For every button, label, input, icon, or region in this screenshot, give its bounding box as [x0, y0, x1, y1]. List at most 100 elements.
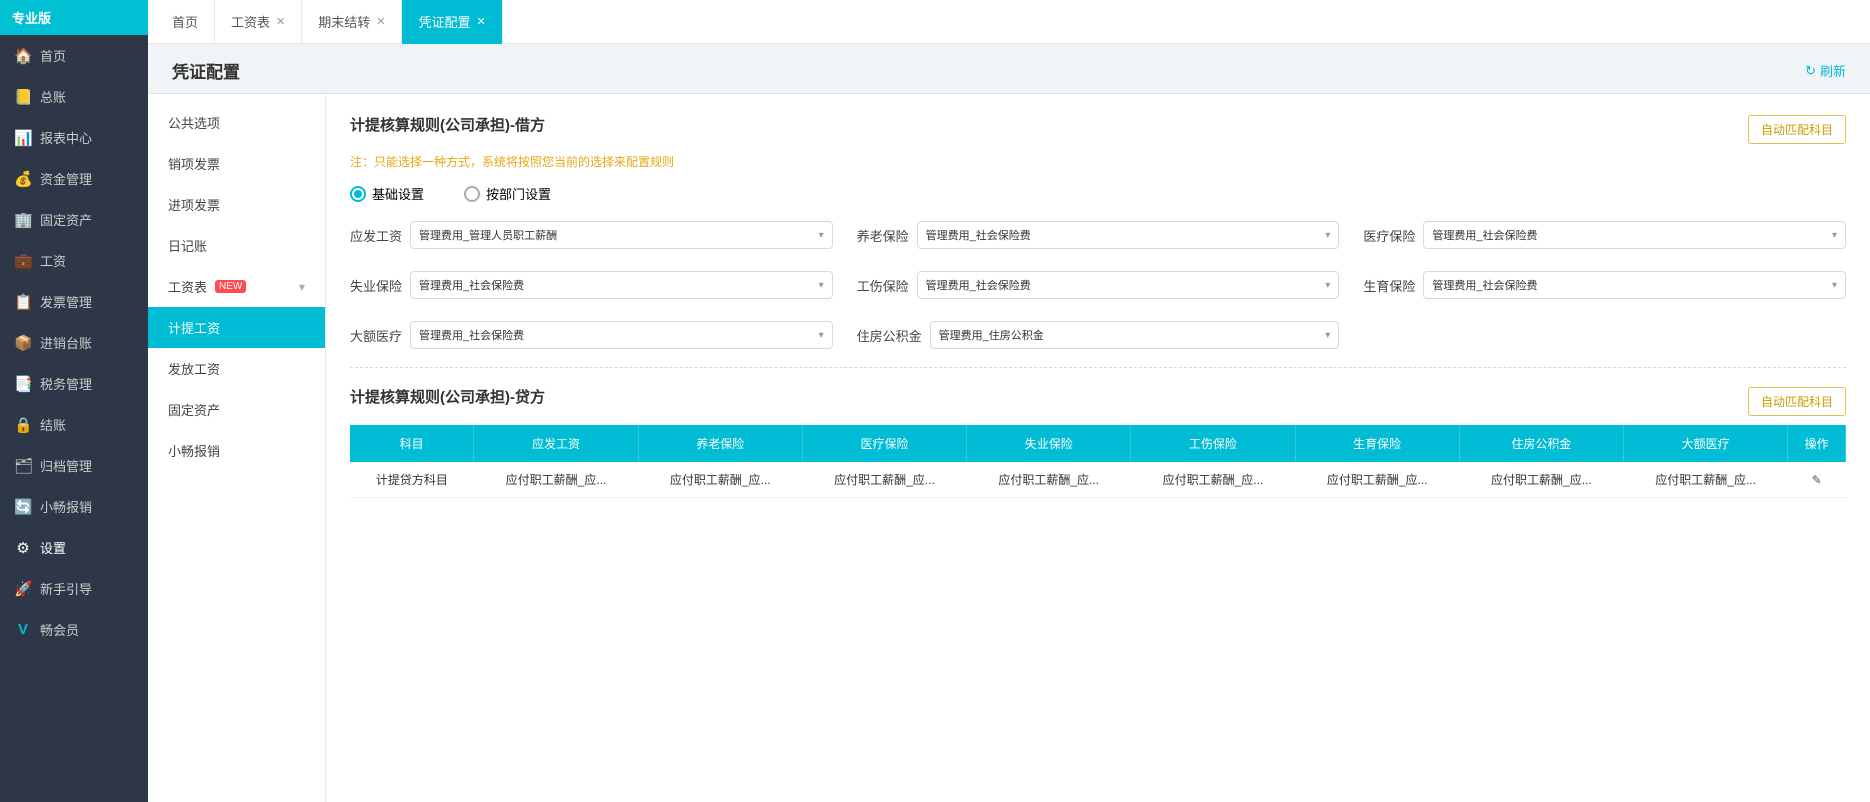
- th-pension: 养老保险: [638, 425, 802, 462]
- tab-salary-label: 工资表: [231, 12, 270, 31]
- left-navigation: 公共选项 销项发票 进项发票 日记账 工资表 NEW ▾ 计提工资 发放工资: [148, 94, 326, 802]
- form-item-birth: 生育保险 管理费用_社会保险费 ▾: [1363, 271, 1846, 299]
- tab-bar: 首页 工资表 ✕ 期末结转 ✕ 凭证配置 ✕: [148, 0, 1870, 44]
- nav-salary-table-label: 工资表: [168, 277, 207, 296]
- radio-dept-label: 按部门设置: [486, 184, 551, 203]
- th-birth: 生育保险: [1295, 425, 1459, 462]
- th-salary: 应发工资: [474, 425, 638, 462]
- sidebar-item-member[interactable]: V 畅会员: [0, 609, 148, 650]
- guide-icon: 🚀: [14, 580, 32, 598]
- credit-section-header: 计提核算规则(公司承担)-贷方 自动匹配科目: [350, 386, 1846, 417]
- nav-item-sales-invoice[interactable]: 销项发票: [148, 143, 325, 184]
- tab-home[interactable]: 首页: [156, 0, 215, 44]
- section-divider: [350, 367, 1846, 368]
- tab-voucher-close-icon[interactable]: ✕: [477, 15, 486, 28]
- app-title: 专业版: [0, 0, 148, 35]
- credit-table: 科目 应发工资 养老保险 医疗保险 失业保险 工伤保险 生育保险 住房公积金 大…: [350, 425, 1846, 498]
- debit-form-row-3: 大额医疗 管理费用_社会保险费 ▾ 住房公积金 管理费用_住房公积金 ▾: [350, 321, 1846, 349]
- nav-item-salary-table[interactable]: 工资表 NEW ▾: [148, 266, 325, 307]
- housing-value: 管理费用_住房公积金: [939, 327, 1044, 343]
- injury-label: 工伤保险: [857, 276, 909, 295]
- sidebar-item-asset[interactable]: 🏢 固定资产: [0, 199, 148, 240]
- pension-select-value: 管理费用_社会保险费: [926, 227, 1031, 243]
- sidebar-item-guide[interactable]: 🚀 新手引导: [0, 568, 148, 609]
- tab-period-label: 期末结转: [318, 12, 370, 31]
- page-header: 凭证配置 ↻ 刷新: [148, 44, 1870, 94]
- nav-pay-label: 发放工资: [168, 359, 220, 378]
- form-item-housing: 住房公积金 管理费用_住房公积金 ▾: [857, 321, 1340, 349]
- sidebar-item-smallreport[interactable]: 🔄 小畅报销: [0, 486, 148, 527]
- radio-dept[interactable]: 按部门设置: [464, 184, 551, 203]
- birth-select-value: 管理费用_社会保险费: [1432, 277, 1537, 293]
- injury-select[interactable]: 管理费用_社会保险费 ▾: [917, 271, 1340, 299]
- sidebar: 专业版 🏠 首页 📒 总账 📊 报表中心 💰 资金管理 🏢 固定资产 💼 工资 …: [0, 0, 148, 802]
- sidebar-item-label: 归档管理: [40, 456, 92, 475]
- sidebar-item-close[interactable]: 🔒 结账: [0, 404, 148, 445]
- auto-match-credit-button[interactable]: 自动匹配科目: [1748, 387, 1846, 416]
- birth-select-arrow: ▾: [1832, 280, 1837, 291]
- birth-select[interactable]: 管理费用_社会保险费 ▾: [1423, 271, 1846, 299]
- medical-select[interactable]: 管理费用_社会保险费 ▾: [1423, 221, 1846, 249]
- table-row: 计提贷方科目 应付职工薪酬_应... 应付职工薪酬_应... 应付职工薪酬_应.…: [350, 462, 1846, 498]
- nav-item-expense[interactable]: 小畅报销: [148, 430, 325, 471]
- sidebar-item-report[interactable]: 📊 报表中心: [0, 117, 148, 158]
- debit-section-title: 计提核算规则(公司承担)-借方: [350, 114, 545, 135]
- ledger-icon: 📒: [14, 88, 32, 106]
- td-injury-val: 应付职工薪酬_应...: [1131, 462, 1295, 498]
- th-medical: 医疗保险: [802, 425, 966, 462]
- debit-form-row-1: 应发工资 管理费用_管理人员职工薪酬 ▾ 养老保险 管理费用_社会保险费 ▾: [350, 221, 1846, 249]
- pension-select-arrow: ▾: [1325, 230, 1330, 241]
- tab-salary-table[interactable]: 工资表 ✕: [215, 0, 302, 44]
- refresh-button[interactable]: ↻ 刷新: [1805, 61, 1846, 80]
- refresh-label: 刷新: [1820, 61, 1846, 80]
- medical-label: 医疗保险: [1363, 226, 1415, 245]
- nav-public-label: 公共选项: [168, 113, 220, 132]
- sidebar-item-archive[interactable]: 🗂 归档管理: [0, 445, 148, 486]
- large-medical-select[interactable]: 管理费用_社会保险费 ▾: [410, 321, 833, 349]
- nav-item-journal[interactable]: 日记账: [148, 225, 325, 266]
- medical-select-value: 管理费用_社会保险费: [1432, 227, 1537, 243]
- sidebar-item-home[interactable]: 🏠 首页: [0, 35, 148, 76]
- salary-icon: 💼: [14, 252, 32, 270]
- td-action[interactable]: ✎: [1788, 462, 1846, 498]
- sidebar-item-settings[interactable]: ⚙ 设置: [0, 527, 148, 568]
- nav-item-public[interactable]: 公共选项: [148, 102, 325, 143]
- th-subject: 科目: [350, 425, 474, 462]
- radio-basic[interactable]: 基础设置: [350, 184, 424, 203]
- th-action: 操作: [1788, 425, 1846, 462]
- nav-item-fixed-asset[interactable]: 固定资产: [148, 389, 325, 430]
- tab-home-label: 首页: [172, 12, 198, 31]
- tab-period-close-icon[interactable]: ✕: [376, 15, 385, 28]
- medical-select-arrow: ▾: [1832, 230, 1837, 241]
- page-title: 凭证配置: [172, 58, 240, 83]
- nav-item-pay-salary[interactable]: 发放工资: [148, 348, 325, 389]
- auto-match-debit-button[interactable]: 自动匹配科目: [1748, 115, 1846, 144]
- sidebar-item-ledger[interactable]: 📒 总账: [0, 76, 148, 117]
- edit-icon[interactable]: ✎: [1812, 473, 1822, 487]
- injury-select-arrow: ▾: [1325, 280, 1330, 291]
- debit-section: 计提核算规则(公司承担)-借方 自动匹配科目 注：只能选择一种方式，系统将按照您…: [350, 114, 1846, 349]
- sidebar-item-purchase[interactable]: 📦 进销台账: [0, 322, 148, 363]
- nav-item-purchase-invoice[interactable]: 进项发票: [148, 184, 325, 225]
- content-area: 公共选项 销项发票 进项发票 日记账 工资表 NEW ▾ 计提工资 发放工资: [148, 94, 1870, 802]
- nav-expense-label: 小畅报销: [168, 441, 220, 460]
- pension-select[interactable]: 管理费用_社会保险费 ▾: [917, 221, 1340, 249]
- sidebar-item-label: 报表中心: [40, 128, 92, 147]
- tab-period-close[interactable]: 期末结转 ✕: [302, 0, 402, 44]
- sidebar-item-tax[interactable]: 📑 税务管理: [0, 363, 148, 404]
- sidebar-item-invoice[interactable]: 📋 发票管理: [0, 281, 148, 322]
- home-icon: 🏠: [14, 47, 32, 65]
- sidebar-item-salary[interactable]: 💼 工资: [0, 240, 148, 281]
- salary-select[interactable]: 管理费用_管理人员职工薪酬 ▾: [410, 221, 833, 249]
- sidebar-item-label: 首页: [40, 46, 66, 65]
- tab-voucher-config[interactable]: 凭证配置 ✕: [402, 0, 502, 44]
- member-icon: V: [14, 621, 32, 638]
- housing-select[interactable]: 管理费用_住房公积金 ▾: [930, 321, 1340, 349]
- nav-item-accrued-salary[interactable]: 计提工资: [148, 307, 325, 348]
- tab-salary-close-icon[interactable]: ✕: [276, 15, 285, 28]
- unemployment-select[interactable]: 管理费用_社会保险费 ▾: [410, 271, 833, 299]
- sidebar-item-fund[interactable]: 💰 资金管理: [0, 158, 148, 199]
- td-medical-val: 应付职工薪酬_应...: [802, 462, 966, 498]
- th-unemployment: 失业保险: [967, 425, 1131, 462]
- td-salary-val: 应付职工薪酬_应...: [474, 462, 638, 498]
